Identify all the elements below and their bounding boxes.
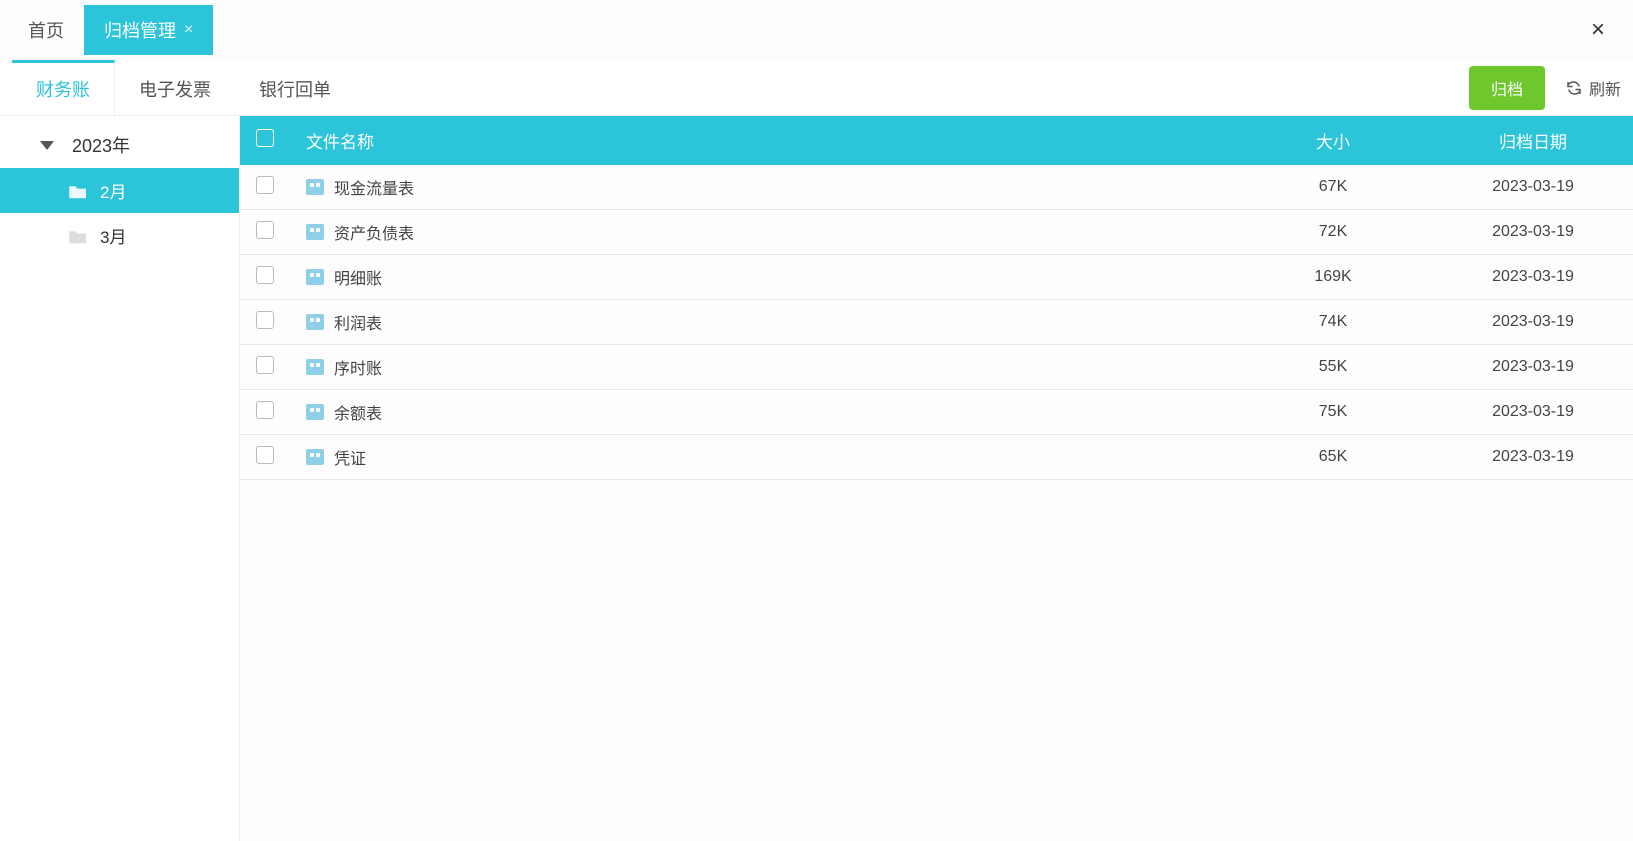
archive-button[interactable]: 归档 [1469, 66, 1545, 110]
file-icon [306, 404, 324, 420]
row-filename-cell: 利润表 [290, 300, 1233, 345]
file-table: 文件名称 大小 归档日期 现金流量表67K2023-03-19资产负债表72K2… [240, 116, 1633, 480]
file-icon [306, 449, 324, 465]
row-date: 2023-03-19 [1433, 210, 1633, 255]
row-checkbox[interactable] [256, 356, 274, 374]
row-filename: 资产负债表 [334, 220, 414, 244]
tree-month-mar[interactable]: 3月 [0, 213, 239, 258]
row-filename: 凭证 [334, 445, 366, 469]
row-checkbox[interactable] [256, 176, 274, 194]
header-checkbox-cell [240, 116, 290, 165]
row-filename-cell: 余额表 [290, 390, 1233, 435]
row-size: 55K [1233, 345, 1433, 390]
row-date: 2023-03-19 [1433, 390, 1633, 435]
file-icon [306, 359, 324, 375]
tree-month-feb[interactable]: 2月 [0, 168, 239, 213]
row-date: 2023-03-19 [1433, 165, 1633, 210]
row-checkbox-cell [240, 390, 290, 435]
row-checkbox[interactable] [256, 221, 274, 239]
caret-down-icon [40, 141, 54, 150]
row-checkbox-cell [240, 165, 290, 210]
row-date: 2023-03-19 [1433, 345, 1633, 390]
tab-home-label: 首页 [28, 17, 64, 43]
row-size: 67K [1233, 165, 1433, 210]
row-checkbox-cell [240, 345, 290, 390]
content-area: 2023年 2月 3月 文件名称 大小 归档日期 [0, 116, 1633, 841]
file-icon [306, 179, 324, 195]
row-filename: 利润表 [334, 310, 382, 334]
row-size: 75K [1233, 390, 1433, 435]
row-filename: 明细账 [334, 265, 382, 289]
header-size[interactable]: 大小 [1233, 116, 1433, 165]
select-all-checkbox[interactable] [256, 129, 274, 147]
row-filename-cell: 明细账 [290, 255, 1233, 300]
table-row[interactable]: 余额表 75K2023-03-19 [240, 390, 1633, 435]
row-filename: 现金流量表 [334, 175, 414, 199]
file-icon [306, 314, 324, 330]
row-size: 65K [1233, 435, 1433, 480]
row-size: 169K [1233, 255, 1433, 300]
file-icon [306, 269, 324, 285]
sub-tab-finance[interactable]: 财务账 [12, 60, 115, 115]
close-all-tabs-button[interactable]: × [1571, 16, 1625, 44]
table-body: 现金流量表67K2023-03-19资产负债表72K2023-03-19明细账1… [240, 165, 1633, 480]
header-date[interactable]: 归档日期 [1433, 116, 1633, 165]
row-filename: 序时账 [334, 355, 382, 379]
sub-tabs: 财务账 电子发票 银行回单 [12, 60, 355, 115]
file-table-container: 文件名称 大小 归档日期 现金流量表67K2023-03-19资产负债表72K2… [240, 116, 1633, 841]
refresh-button[interactable]: 刷新 [1565, 76, 1621, 100]
top-tab-bar: 首页 归档管理 × × [0, 0, 1633, 60]
folder-icon [68, 183, 88, 199]
sub-toolbar: 财务账 电子发票 银行回单 归档 刷新 [0, 60, 1633, 116]
row-checkbox-cell [240, 210, 290, 255]
row-checkbox[interactable] [256, 311, 274, 329]
tree-month-label: 3月 [100, 223, 126, 248]
refresh-label: 刷新 [1589, 76, 1621, 100]
row-checkbox-cell [240, 255, 290, 300]
table-header-row: 文件名称 大小 归档日期 [240, 116, 1633, 165]
folder-tree: 2023年 2月 3月 [0, 116, 240, 841]
tree-month-label: 2月 [100, 178, 126, 203]
row-checkbox-cell [240, 300, 290, 345]
close-icon[interactable]: × [184, 21, 193, 39]
row-filename: 余额表 [334, 400, 382, 424]
table-row[interactable]: 凭证 65K2023-03-19 [240, 435, 1633, 480]
row-checkbox-cell [240, 435, 290, 480]
table-row[interactable]: 利润表 74K2023-03-19 [240, 300, 1633, 345]
tab-archive-management[interactable]: 归档管理 × [84, 5, 213, 55]
row-size: 72K [1233, 210, 1433, 255]
row-checkbox[interactable] [256, 446, 274, 464]
folder-icon [68, 228, 88, 244]
row-checkbox[interactable] [256, 266, 274, 284]
header-filename[interactable]: 文件名称 [290, 116, 1233, 165]
toolbar-actions: 归档 刷新 [1469, 60, 1633, 115]
sub-tab-bank[interactable]: 银行回单 [235, 60, 355, 115]
row-filename-cell: 凭证 [290, 435, 1233, 480]
tree-year-node[interactable]: 2023年 [0, 122, 239, 168]
table-row[interactable]: 明细账 169K2023-03-19 [240, 255, 1633, 300]
row-date: 2023-03-19 [1433, 255, 1633, 300]
table-row[interactable]: 现金流量表 67K2023-03-19 [240, 165, 1633, 210]
row-checkbox[interactable] [256, 401, 274, 419]
row-size: 74K [1233, 300, 1433, 345]
row-filename-cell: 现金流量表 [290, 165, 1233, 210]
table-row[interactable]: 资产负债表 72K2023-03-19 [240, 210, 1633, 255]
row-filename-cell: 序时账 [290, 345, 1233, 390]
table-row[interactable]: 序时账 55K2023-03-19 [240, 345, 1633, 390]
row-date: 2023-03-19 [1433, 435, 1633, 480]
refresh-icon [1565, 79, 1583, 97]
sub-tab-finance-label: 财务账 [36, 76, 90, 102]
sub-tab-bank-label: 银行回单 [259, 76, 331, 102]
row-date: 2023-03-19 [1433, 300, 1633, 345]
sub-tab-einvoice[interactable]: 电子发票 [115, 60, 235, 115]
file-icon [306, 224, 324, 240]
sub-tab-einvoice-label: 电子发票 [139, 76, 211, 102]
tab-archive-label: 归档管理 [104, 17, 176, 43]
tab-home[interactable]: 首页 [8, 5, 84, 55]
row-filename-cell: 资产负债表 [290, 210, 1233, 255]
